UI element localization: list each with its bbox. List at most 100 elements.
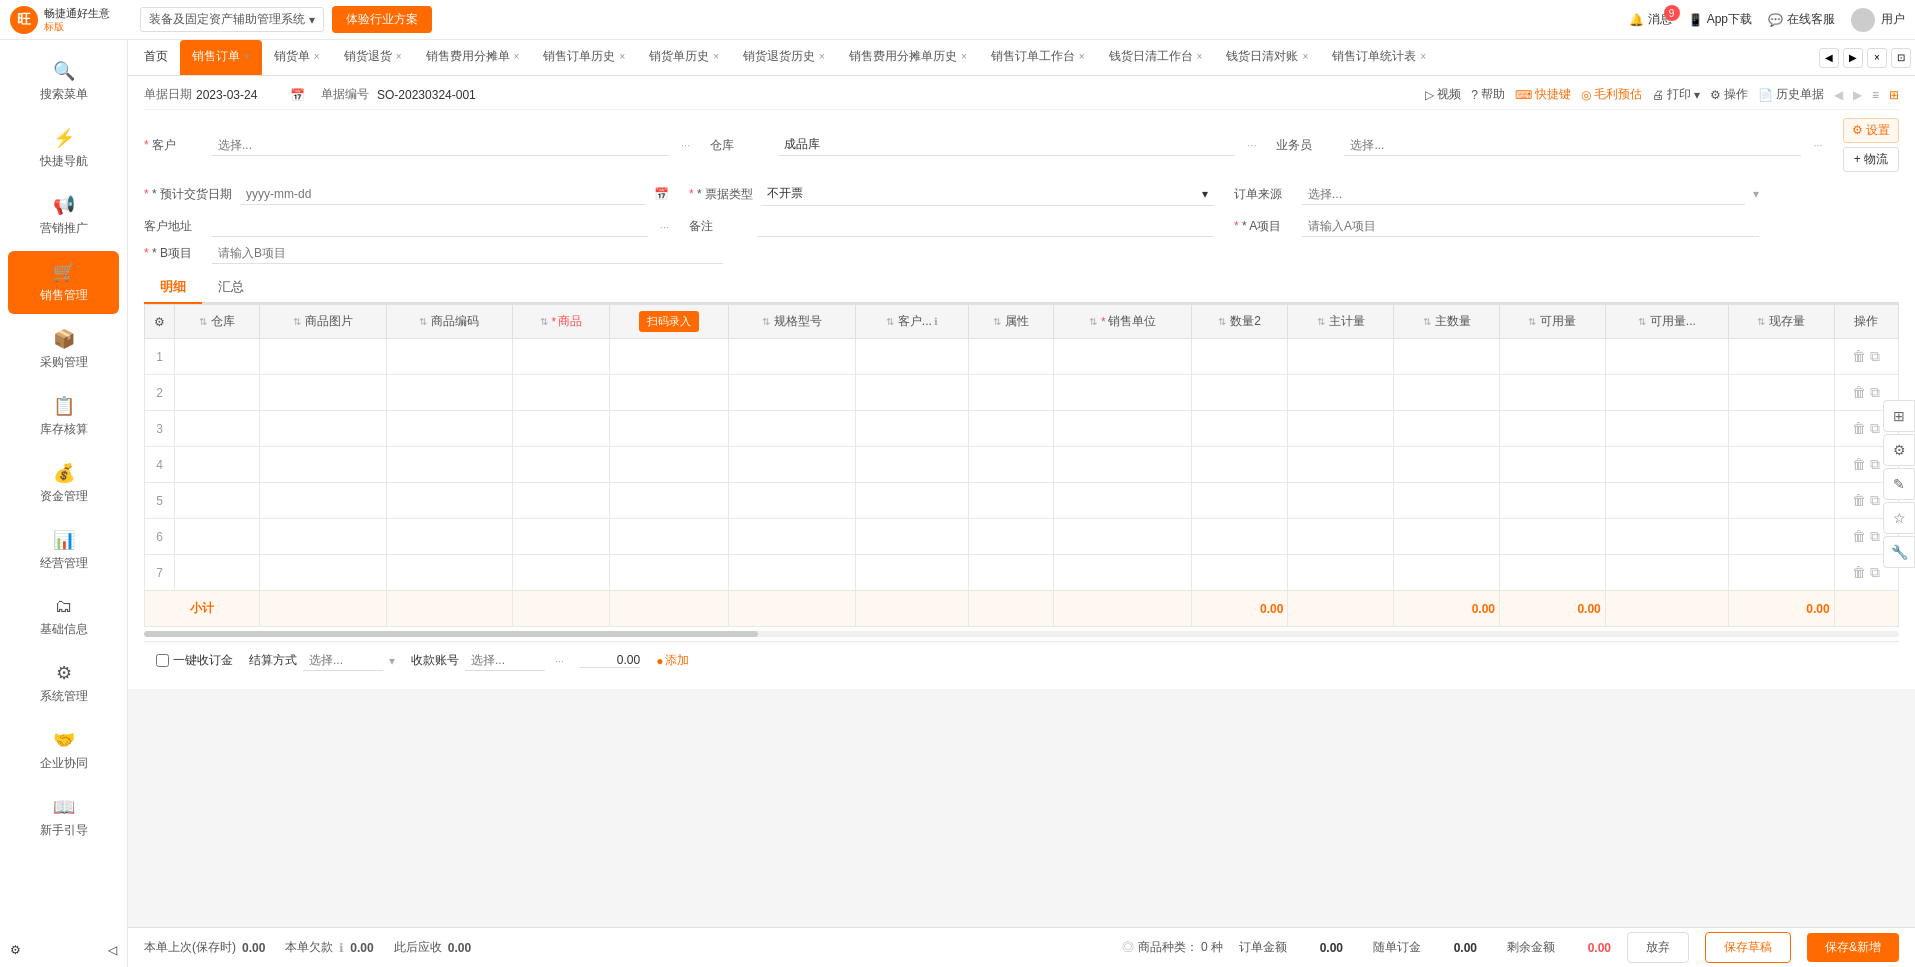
row-copy-icon[interactable]: ⧉ [1870,420,1880,437]
row-delete-icon[interactable]: 🗑 [1852,348,1866,365]
tab-close-icon[interactable]: × [819,51,825,62]
row-spec[interactable] [729,519,856,555]
staff-more-btn[interactable]: ··· [1813,139,1822,151]
rfloat-btn-1[interactable]: ⊞ [1883,400,1915,432]
tab-close-icon[interactable]: × [244,51,250,62]
row-warehouse[interactable] [175,447,260,483]
row-code[interactable] [386,339,513,375]
row-spec[interactable] [729,447,856,483]
row-available[interactable] [1499,411,1605,447]
row-available[interactable] [1499,447,1605,483]
col-warehouse[interactable]: ⇅仓库 [175,305,260,339]
tab-refund-hist[interactable]: 销货退货历史 × [731,40,837,76]
tab-close-icon[interactable]: × [1079,51,1085,62]
row-product[interactable] [513,375,610,411]
row-available2[interactable] [1605,375,1728,411]
row-available[interactable] [1499,555,1605,591]
col-stock[interactable]: ⇅现存量 [1728,305,1834,339]
row-copy-icon[interactable]: ⧉ [1870,492,1880,509]
row-available2[interactable] [1605,519,1728,555]
row-qty2[interactable] [1191,411,1288,447]
row-stock[interactable] [1728,555,1834,591]
row-code[interactable] [386,375,513,411]
row-spec[interactable] [729,411,856,447]
col-attributes[interactable]: ⇅属性 [968,305,1053,339]
sidebar-item-stock[interactable]: 📋 库存核算 [8,385,119,448]
remarks-input[interactable] [757,216,1214,237]
tab-close-icon[interactable]: × [514,51,520,62]
detail-tab-summary[interactable]: 汇总 [202,272,260,302]
col-available2[interactable]: ⇅可用量... [1605,305,1728,339]
app-download[interactable]: 📱 App下载 [1688,11,1752,28]
row-delete-icon[interactable]: 🗑 [1852,456,1866,473]
row-sales-unit[interactable] [1053,555,1191,591]
row-attributes[interactable] [968,519,1053,555]
a-project-input[interactable] [1302,216,1759,237]
row-attributes[interactable] [968,375,1053,411]
row-attributes[interactable] [968,447,1053,483]
row-copy-icon[interactable]: ⧉ [1870,456,1880,473]
detail-tab-detail[interactable]: 明细 [144,272,202,304]
sidebar-item-enterprise[interactable]: 🤝 企业协同 [8,719,119,782]
shortcut-btn[interactable]: ⌨ 快捷键 [1515,86,1571,103]
tab-sales-summary[interactable]: 销售订单统计表 × [1320,40,1438,76]
sidebar-item-guide[interactable]: 📖 新手引导 [8,786,119,849]
sidebar-item-quick-nav[interactable]: ⚡ 快捷导航 [8,117,119,180]
warehouse-input[interactable] [778,135,1235,156]
row-product[interactable] [513,447,610,483]
row-copy-icon[interactable]: ⧉ [1870,528,1880,545]
invoice-type-select[interactable]: 不开票 ▾ [761,182,1214,206]
row-stock[interactable] [1728,411,1834,447]
row-main-qty[interactable] [1394,447,1500,483]
col-spec[interactable]: ⇅规格型号 [729,305,856,339]
address-more-btn[interactable]: ··· [660,221,669,233]
row-code[interactable] [386,411,513,447]
delivery-date-input[interactable] [240,184,646,205]
row-sales-unit[interactable] [1053,411,1191,447]
col-sales-unit[interactable]: ⇅*销售单位 [1053,305,1191,339]
tab-menu-btn[interactable]: × [1867,48,1887,68]
help-btn[interactable]: ? 帮助 [1471,86,1505,103]
row-customer-code[interactable] [855,555,968,591]
row-main-unit[interactable] [1288,339,1394,375]
single-date-input[interactable] [196,88,286,102]
row-sales-unit[interactable] [1053,447,1191,483]
horizontal-scrollbar[interactable] [144,631,1899,637]
row-main-qty[interactable] [1394,483,1500,519]
rfloat-btn-5[interactable]: 🔧 [1883,536,1915,568]
col-customer-code[interactable]: ⇅客户...ℹ [855,305,968,339]
sidebar-item-operations[interactable]: 📊 经营管理 [8,519,119,582]
row-copy-icon[interactable]: ⧉ [1870,564,1880,581]
sidebar-item-finance[interactable]: 💰 资金管理 [8,452,119,515]
row-available[interactable] [1499,375,1605,411]
calendar-icon[interactable]: 📅 [290,88,305,102]
tab-sales-refund[interactable]: 销货退货 × [332,40,414,76]
row-spec[interactable] [729,555,856,591]
sidebar-item-sales[interactable]: 🛒 销售管理 [8,251,119,314]
tab-order-hist[interactable]: 销售订单历史 × [531,40,637,76]
row-main-unit[interactable] [1288,483,1394,519]
row-available2[interactable] [1605,483,1728,519]
goods-button[interactable]: + 物流 [1843,147,1899,172]
row-copy-icon[interactable]: ⧉ [1870,384,1880,401]
row-product[interactable] [513,519,610,555]
row-main-qty[interactable] [1394,555,1500,591]
row-delete-icon[interactable]: 🗑 [1852,492,1866,509]
col-available[interactable]: ⇅可用量 [1499,305,1605,339]
row-qty2[interactable] [1191,375,1288,411]
sidebar-settings-icon[interactable]: ⚙ [10,943,21,957]
col-code[interactable]: ⇅商品编码 [386,305,513,339]
actions-btn[interactable]: ⚙ 操作 [1710,86,1748,103]
staff-input[interactable] [1344,135,1801,156]
row-available2[interactable] [1605,411,1728,447]
customer-input[interactable] [212,135,669,156]
row-customer-code[interactable] [855,447,968,483]
row-sales-unit[interactable] [1053,483,1191,519]
row-sales-unit[interactable] [1053,339,1191,375]
industry-button[interactable]: 体验行业方案 [332,6,432,33]
tab-close-icon[interactable]: × [1197,51,1203,62]
grid-view-icon[interactable]: ⊞ [1889,88,1899,102]
row-spec[interactable] [729,339,856,375]
row-main-qty[interactable] [1394,411,1500,447]
rfloat-btn-3[interactable]: ✎ [1883,468,1915,500]
